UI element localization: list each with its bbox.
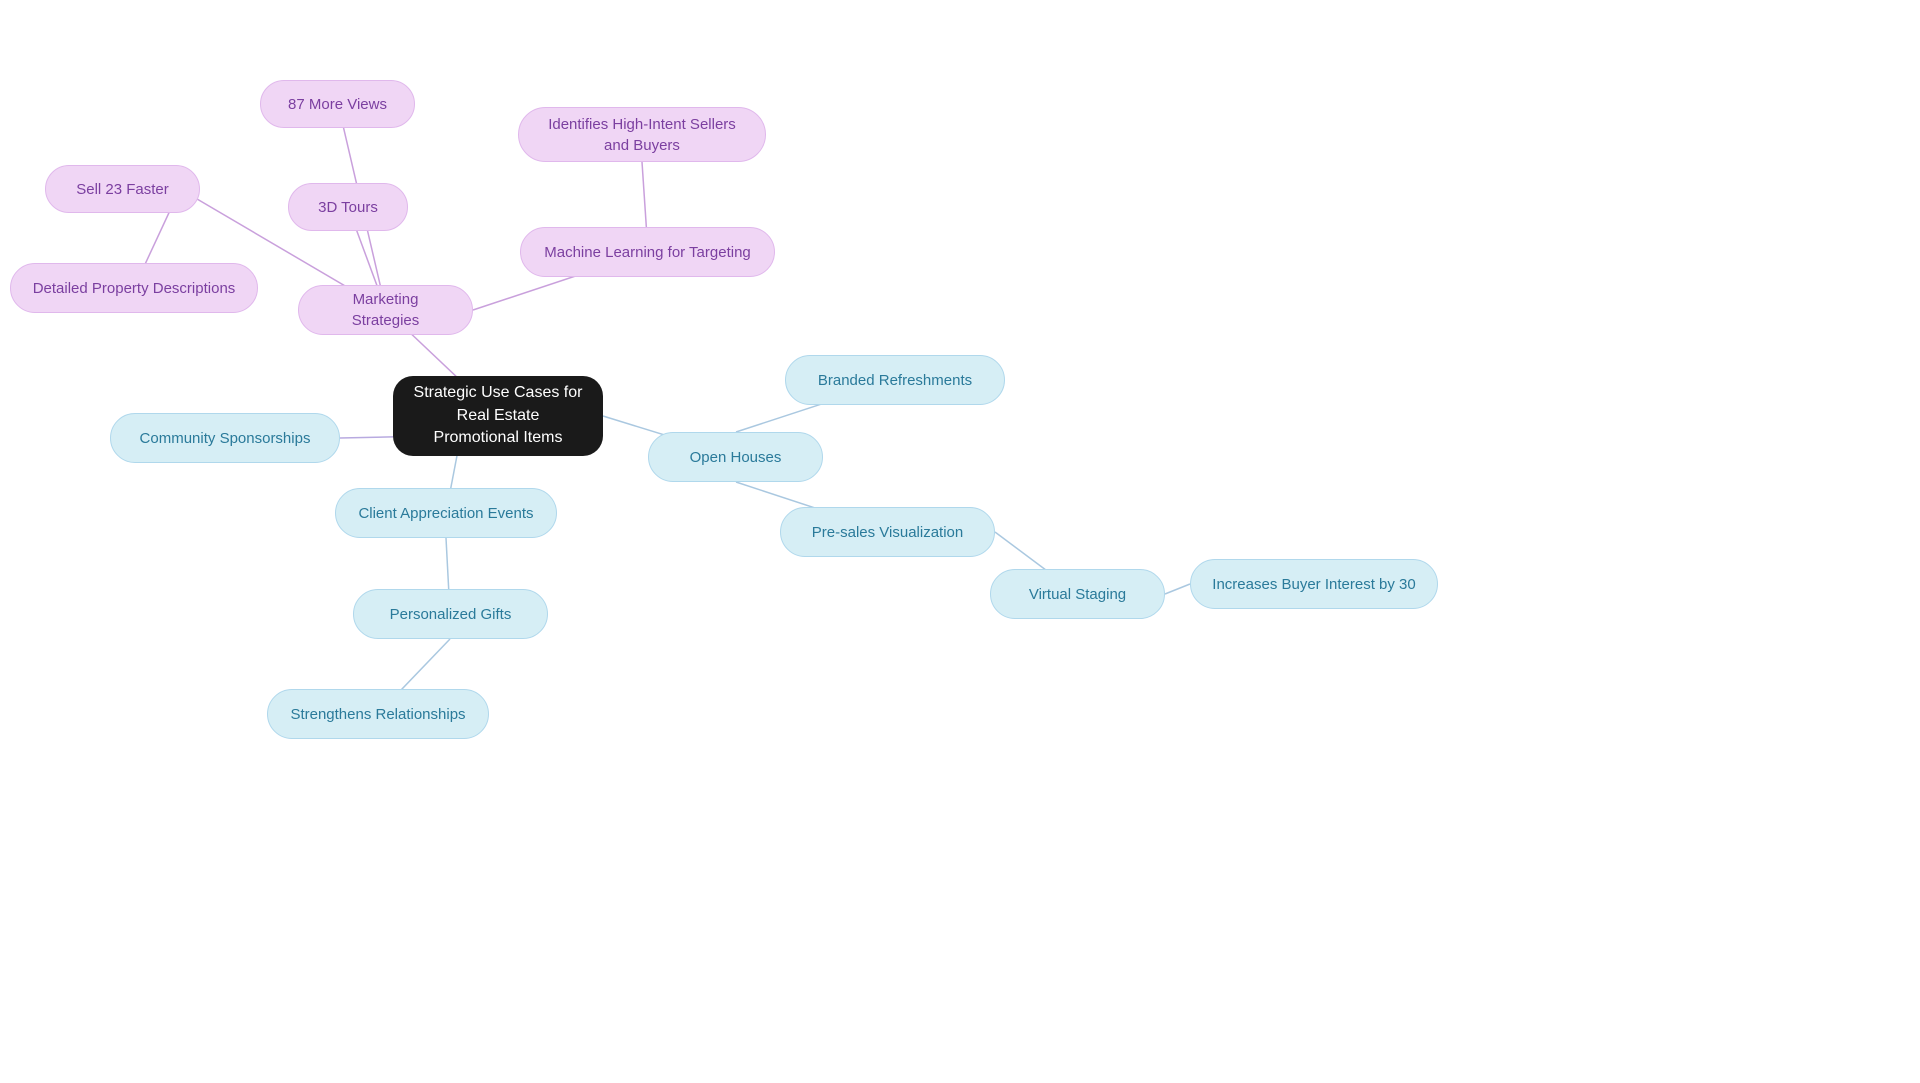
pre-sales-visualization-node: Pre-sales Visualization [780,507,995,557]
sell23-node: Sell 23 Faster [45,165,200,213]
strengthens-relationships-node: Strengthens Relationships [267,689,489,739]
community-sponsorships-node: Community Sponsorships [110,413,340,463]
open-houses-node: Open Houses [648,432,823,482]
ml-targeting-node: Machine Learning for Targeting [520,227,775,277]
client-events-node: Client Appreciation Events [335,488,557,538]
increases-buyer-interest-node: Increases Buyer Interest by 30 [1190,559,1438,609]
87views-node: 87 More Views [260,80,415,128]
center-node: Strategic Use Cases for Real Estate Prom… [393,376,603,456]
high-intent-node: Identifies High-Intent Sellers and Buyer… [518,107,766,162]
detailed-property-node: Detailed Property Descriptions [10,263,258,313]
personalized-gifts-node: Personalized Gifts [353,589,548,639]
virtual-staging-node: Virtual Staging [990,569,1165,619]
branded-refreshments-node: Branded Refreshments [785,355,1005,405]
3dtours-node: 3D Tours [288,183,408,231]
marketing-strategies-node: Marketing Strategies [298,285,473,335]
